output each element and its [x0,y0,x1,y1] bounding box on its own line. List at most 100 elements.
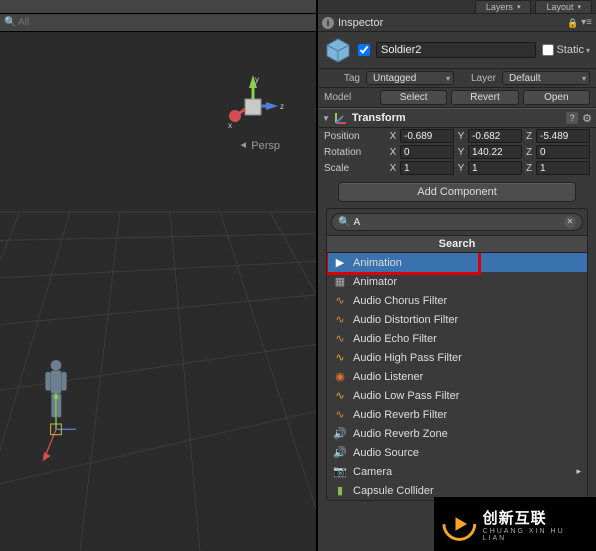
z-field[interactable]: -5.489 [536,129,590,143]
add-component-panel: 🔍 ✕ Search ▶Animation▦Animator∿Audio Cho… [326,208,588,501]
component-item-audio-high-pass-filter[interactable]: ∿Audio High Pass Filter [327,348,587,367]
transform-rotation-row: RotationX0Y140.22Z0 [318,144,596,160]
highlight-box [327,253,481,275]
component-item-label: Audio High Pass Filter [353,352,462,364]
transform-component-header[interactable]: ▼ Transform ? [318,108,596,128]
hierarchy-search-row: 🔍 [0,14,316,32]
y-field[interactable]: 1 [468,161,522,175]
component-item-camera[interactable]: 📷Camera▸ [327,462,587,481]
inspector-panel: Layers ▾ Layout ▾ i Inspector 🔒 ▾≡ Stati… [316,0,596,551]
foldout-icon[interactable]: ▼ [322,114,330,123]
component-item-audio-low-pass-filter[interactable]: ∿Audio Low Pass Filter [327,386,587,405]
search-icon: 🔍 [338,217,350,228]
prefab-icon [324,36,352,64]
component-item-label: Audio Reverb Filter [353,409,447,421]
static-checkbox[interactable] [542,44,554,56]
component-menu-icon[interactable] [582,112,592,125]
component-item-label: Audio Echo Filter [353,333,437,345]
inspector-title: Inspector [338,17,567,29]
component-search-row: 🔍 ✕ [331,213,583,231]
panel-menu-icon[interactable]: ▾≡ [581,17,592,28]
hierarchy-search-input[interactable] [18,17,312,28]
selected-object[interactable] [36,356,76,476]
axis-x-label: x [228,121,232,130]
revert-button[interactable]: Revert [451,90,518,105]
transform-fields: PositionX-0.689Y-0.682Z-5.489RotationX0Y… [318,128,596,176]
static-label: Static [556,44,584,56]
component-item-audio-source[interactable]: 🔊Audio Source [327,443,587,462]
prefab-model-row: Model Select Revert Open [318,88,596,108]
watermark-logo: 创新互联 CHUANG XIN HU LIAN [434,497,596,551]
x-field[interactable]: 0 [400,145,454,159]
model-label: Model [324,92,376,103]
x-field[interactable]: 1 [400,161,454,175]
component-item-animation[interactable]: ▶Animation [327,253,587,272]
chevron-right-icon: ▸ [576,466,581,477]
component-item-label: Audio Distortion Filter [353,314,458,326]
transform-position-row: PositionX-0.689Y-0.682Z-5.489 [318,128,596,144]
component-item-label: Camera [353,466,392,478]
y-field[interactable]: -0.682 [468,129,522,143]
scene-panel: 🔍 [0,0,316,551]
y-field[interactable]: 140.22 [468,145,522,159]
component-item-audio-reverb-filter[interactable]: ∿Audio Reverb Filter [327,405,587,424]
component-item-label: Animation [353,257,402,269]
tag-label: Tag [324,73,362,84]
help-icon[interactable]: ? [566,112,578,124]
inspector-icon: i [322,17,334,29]
axis-y-label: y [255,75,259,84]
scene-view[interactable]: y z x ◂ Persp [0,32,316,551]
logo-text: 创新互联 [483,507,588,528]
open-button[interactable]: Open [523,90,590,105]
component-item-label: Audio Listener [353,371,423,383]
layers-dropdown[interactable]: Layers ▾ [475,0,532,13]
z-field[interactable]: 1 [536,161,590,175]
transform-icon [334,111,348,125]
component-search-input[interactable] [353,217,564,228]
component-item-label: Animator [353,276,397,288]
persp-label[interactable]: Persp [251,140,280,152]
layer-label: Layer [458,73,498,84]
x-field[interactable]: -0.689 [400,129,454,143]
layout-dropdown[interactable]: Layout ▾ [535,0,592,13]
lock-icon[interactable]: 🔒 [567,18,577,28]
component-item-label: Audio Chorus Filter [353,295,447,307]
tag-layer-row: Tag Untagged Layer Default [318,69,596,88]
axis-z-label: z [280,102,284,111]
tag-dropdown[interactable]: Untagged [366,71,454,85]
component-item-audio-listener[interactable]: ◉Audio Listener [327,367,587,386]
panel-title: Search [327,235,587,253]
component-item-audio-chorus-filter[interactable]: ∿Audio Chorus Filter [327,291,587,310]
static-dropdown-icon[interactable]: ▾ [586,46,590,55]
field-label: Rotation [324,147,386,158]
component-item-label: Audio Reverb Zone [353,428,448,440]
field-label: Scale [324,163,386,174]
editor-top-tabs: Layers ▾ Layout ▾ [318,0,596,14]
object-name-field[interactable] [376,42,536,58]
component-item-audio-reverb-zone[interactable]: 🔊Audio Reverb Zone [327,424,587,443]
component-item-label: Audio Low Pass Filter [353,390,459,402]
component-item-audio-distortion-filter[interactable]: ∿Audio Distortion Filter [327,310,587,329]
component-result-list: ▶Animation▦Animator∿Audio Chorus Filter∿… [327,253,587,500]
layer-dropdown[interactable]: Default [502,71,590,85]
z-field[interactable]: 0 [536,145,590,159]
scene-toolbar [0,0,316,14]
orientation-gizmo[interactable]: y z x [218,72,288,142]
object-enabled-checkbox[interactable] [358,44,370,56]
clear-search-icon[interactable]: ✕ [564,216,576,228]
component-item-animator[interactable]: ▦Animator [327,272,587,291]
logo-mark-icon [442,506,477,542]
persp-icon: ◂ [240,138,246,151]
transform-title: Transform [352,112,564,124]
inspector-tab[interactable]: i Inspector 🔒 ▾≡ [318,14,596,32]
field-label: Position [324,131,386,142]
component-item-label: Audio Source [353,447,419,459]
select-button[interactable]: Select [380,90,447,105]
transform-scale-row: ScaleX1Y1Z1 [318,160,596,176]
add-component-button[interactable]: Add Component [338,182,576,202]
logo-subtext: CHUANG XIN HU LIAN [483,528,588,542]
component-item-audio-echo-filter[interactable]: ∿Audio Echo Filter [327,329,587,348]
search-icon: 🔍 [4,17,16,29]
component-item-label: Capsule Collider [353,485,434,497]
object-header: Static ▾ [318,32,596,69]
